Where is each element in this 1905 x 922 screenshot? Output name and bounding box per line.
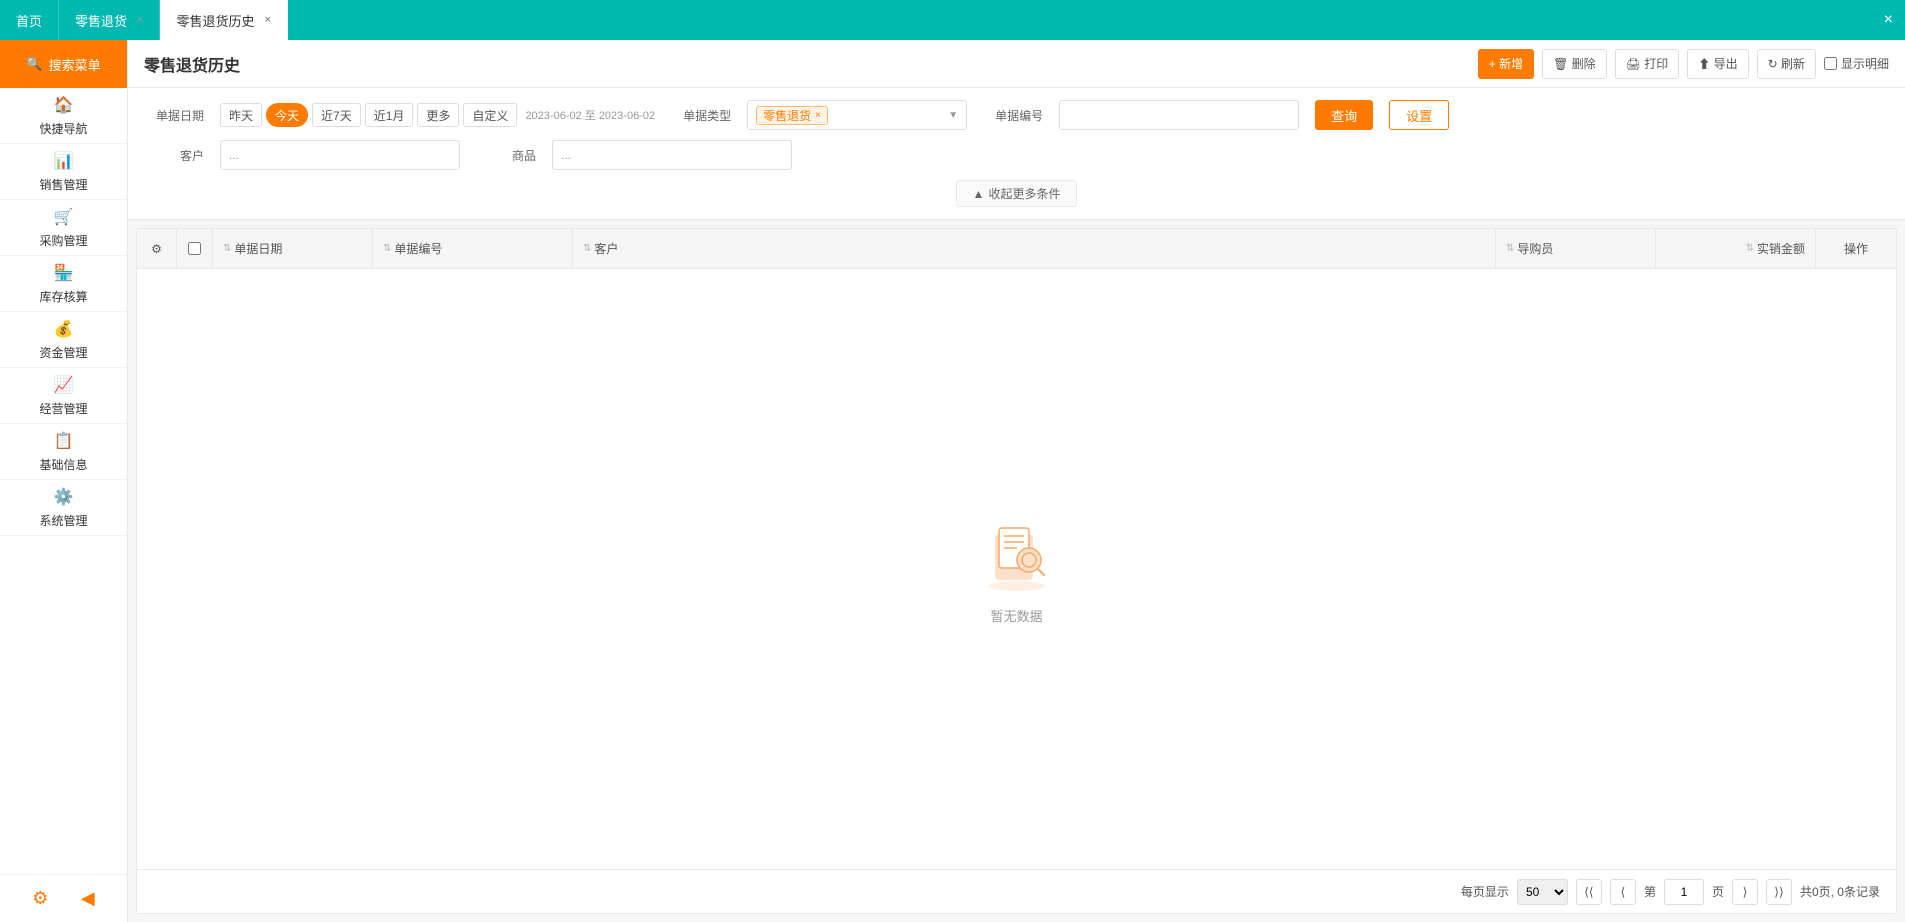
sidebar-item-quick-nav[interactable]: 🏠 快捷导航 <box>0 88 127 144</box>
content-area: 零售退货历史 + 新增 🗑 删除 🖨 打印 ⬆ 导出 ↻ 刷新 显示明细 单据日… <box>128 40 1905 922</box>
page-header: 零售退货历史 + 新增 🗑 删除 🖨 打印 ⬆ 导出 ↻ 刷新 显示明细 <box>128 40 1905 88</box>
filter-row-2: 客户 ... 商品 ... <box>144 140 1889 170</box>
sidebar-item-basic-info[interactable]: 📋 基础信息 <box>0 424 127 480</box>
export-button[interactable]: ⬆ 导出 <box>1687 49 1748 79</box>
collapse-button[interactable]: ▲ 收起更多条件 <box>956 180 1078 207</box>
search-menu[interactable]: 🔍 搜索菜单 <box>0 40 127 88</box>
sort-number-icon: ⇅ <box>383 243 391 254</box>
tab-retail-return-history[interactable]: 零售退货历史 × <box>160 0 287 40</box>
date-btn-more[interactable]: 更多 <box>417 103 459 127</box>
th-date[interactable]: ⇅ 单据日期 <box>213 229 373 268</box>
doc-type-dropdown-icon: ▼ <box>948 110 958 121</box>
quick-nav-icon: 🏠 <box>53 94 75 116</box>
sidebar-item-purchase-mgmt[interactable]: 🛒 采购管理 <box>0 200 127 256</box>
sidebar: 🔍 搜索菜单 🏠 快捷导航 📊 销售管理 🛒 采购管理 🏪 库存核算 💰 资金管… <box>0 40 128 922</box>
tab-retail-return[interactable]: 零售退货 × <box>59 0 160 40</box>
date-btn-7days[interactable]: 近7天 <box>312 103 361 127</box>
date-btn-custom[interactable]: 自定义 <box>463 103 517 127</box>
th-action: 操作 <box>1816 229 1896 268</box>
total-info: 共0页, 0条记录 <box>1800 883 1880 900</box>
doc-type-tag: 零售退货 × <box>756 106 828 125</box>
date-filter-label: 单据日期 <box>144 107 204 124</box>
tab-retail-return-history-close[interactable]: × <box>264 14 270 26</box>
page-last-btn[interactable]: ⟩⟩ <box>1766 879 1792 905</box>
collapse-sidebar-icon[interactable]: ◀ <box>81 888 95 909</box>
th-guide[interactable]: ⇅ 导购员 <box>1496 229 1656 268</box>
th-amount[interactable]: ⇅ 实销金额 <box>1656 229 1816 268</box>
filter-row-1: 单据日期 昨天 今天 近7天 近1月 更多 自定义 2023-06-02 至 2… <box>144 100 1889 130</box>
query-button[interactable]: 查询 <box>1315 100 1373 130</box>
doc-type-label: 单据类型 <box>671 107 731 124</box>
toolbar: + 新增 🗑 删除 🖨 打印 ⬆ 导出 ↻ 刷新 显示明细 <box>1478 49 1889 79</box>
tab-retail-return-close[interactable]: × <box>137 14 143 26</box>
date-buttons: 昨天 今天 近7天 近1月 更多 自定义 2023-06-02 至 2023-0… <box>220 103 655 127</box>
sidebar-item-operations[interactable]: 📈 经营管理 <box>0 368 127 424</box>
page-title: 零售退货历史 <box>144 52 1478 76</box>
th-customer[interactable]: ⇅ 客户 <box>573 229 1496 268</box>
doc-number-input[interactable] <box>1059 100 1299 130</box>
print-button[interactable]: 🖨 打印 <box>1615 49 1680 79</box>
operations-icon: 📈 <box>53 374 75 396</box>
sidebar-item-finance[interactable]: 💰 资金管理 <box>0 312 127 368</box>
settings-bottom-icon[interactable]: ⚙ <box>32 888 48 909</box>
main-layout: 🔍 搜索菜单 🏠 快捷导航 📊 销售管理 🛒 采购管理 🏪 库存核算 💰 资金管… <box>0 40 1905 922</box>
page-prev-btn[interactable]: ⟨ <box>1610 879 1636 905</box>
th-checkbox[interactable] <box>177 229 213 268</box>
set-button[interactable]: 设置 <box>1389 100 1449 130</box>
doc-type-select[interactable]: 零售退货 × ▼ <box>747 100 967 130</box>
table-area: ⚙ ⇅ 单据日期 ⇅ 单据编号 ⇅ 客户 ⇅ <box>136 228 1897 914</box>
tab-bar: 首页 零售退货 × 零售退货历史 × × <box>0 0 1905 40</box>
tab-home[interactable]: 首页 <box>0 0 59 40</box>
sales-mgmt-icon: 📊 <box>53 150 75 172</box>
sidebar-bottom: ⚙ ◀ <box>0 874 127 922</box>
page-number-input[interactable] <box>1664 879 1704 905</box>
system-mgmt-icon: ⚙️ <box>53 486 75 508</box>
date-range-display: 2023-06-02 至 2023-06-02 <box>525 107 655 123</box>
goods-label: 商品 <box>476 147 536 164</box>
doc-number-label: 单据编号 <box>983 107 1043 124</box>
page-first-btn[interactable]: ⟨⟨ <box>1576 879 1602 905</box>
window-controls: × <box>1884 11 1905 29</box>
settings-gear-icon: ⚙ <box>151 242 162 256</box>
empty-text: 暂无数据 <box>990 606 1042 625</box>
refresh-button[interactable]: ↻ 刷新 <box>1757 49 1816 79</box>
pagination-bar: 每页显示 50 10 20 100 ⟨⟨ ⟨ 第 页 ⟩ ⟩⟩ 共0页, 0条记… <box>137 869 1896 913</box>
th-settings[interactable]: ⚙ <box>137 229 177 268</box>
basic-info-icon: 📋 <box>53 430 75 452</box>
empty-state: 暂无数据 <box>977 514 1057 625</box>
table-header: ⚙ ⇅ 单据日期 ⇅ 单据编号 ⇅ 客户 ⇅ <box>137 229 1896 269</box>
th-number[interactable]: ⇅ 单据编号 <box>373 229 573 268</box>
inventory-icon: 🏪 <box>53 262 75 284</box>
table-body: 暂无数据 <box>137 269 1896 869</box>
select-all-checkbox[interactable] <box>188 242 201 255</box>
sort-guide-icon: ⇅ <box>1506 243 1514 254</box>
window-close-btn[interactable]: × <box>1884 11 1893 29</box>
purchase-mgmt-icon: 🛒 <box>53 206 75 228</box>
customer-label: 客户 <box>144 147 204 164</box>
date-btn-1month[interactable]: 近1月 <box>365 103 414 127</box>
sort-amount-icon: ⇅ <box>1746 243 1754 254</box>
sidebar-item-system-mgmt[interactable]: ⚙️ 系统管理 <box>0 480 127 536</box>
finance-icon: 💰 <box>53 318 75 340</box>
doc-type-tag-close[interactable]: × <box>815 110 821 121</box>
sort-customer-icon: ⇅ <box>583 243 591 254</box>
goods-input[interactable]: ... <box>552 140 792 170</box>
sidebar-item-inventory[interactable]: 🏪 库存核算 <box>0 256 127 312</box>
show-detail-wrapper: 显示明细 <box>1824 55 1889 72</box>
sidebar-item-sales-mgmt[interactable]: 📊 销售管理 <box>0 144 127 200</box>
new-button[interactable]: + 新增 <box>1478 49 1534 79</box>
empty-illustration <box>977 514 1057 594</box>
filter-area: 单据日期 昨天 今天 近7天 近1月 更多 自定义 2023-06-02 至 2… <box>128 88 1905 220</box>
delete-button[interactable]: 🗑 删除 <box>1542 49 1607 79</box>
customer-input[interactable]: ... <box>220 140 460 170</box>
date-btn-yesterday[interactable]: 昨天 <box>220 103 262 127</box>
search-icon: 🔍 <box>26 56 42 72</box>
collapse-wrapper: ▲ 收起更多条件 <box>144 180 1889 207</box>
page-next-btn[interactable]: ⟩ <box>1732 879 1758 905</box>
sort-date-icon: ⇅ <box>223 243 231 254</box>
show-detail-checkbox[interactable] <box>1824 57 1837 70</box>
date-btn-today[interactable]: 今天 <box>266 103 308 127</box>
collapse-icon: ▲ <box>973 187 985 201</box>
page-size-select[interactable]: 50 10 20 100 <box>1517 879 1568 905</box>
